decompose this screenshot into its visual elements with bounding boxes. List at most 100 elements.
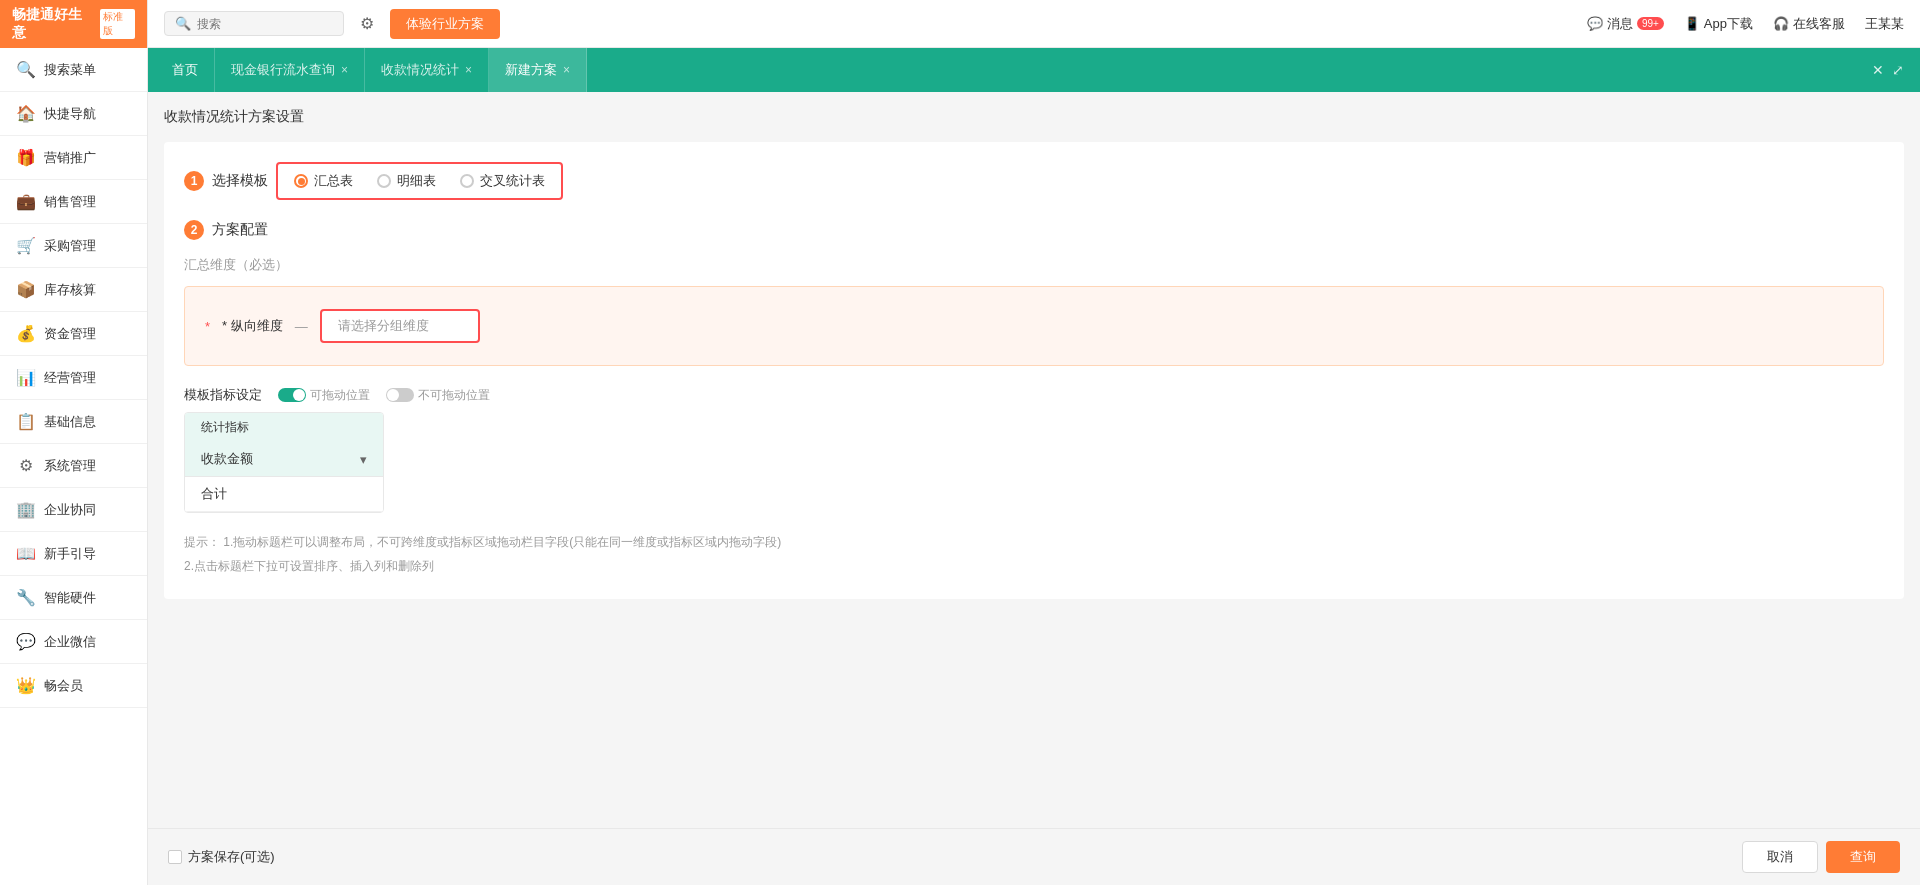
sidebar-item-wechat[interactable]: 💬 企业微信 bbox=[0, 620, 147, 664]
tab-close-receipt-stat[interactable]: × bbox=[465, 63, 472, 77]
step2-title: 方案配置 bbox=[212, 221, 268, 239]
tab-label-bank-flow: 现金银行流水查询 bbox=[231, 61, 335, 79]
maximize-icon[interactable]: ⤢ bbox=[1892, 62, 1904, 78]
guide-icon: 📖 bbox=[16, 544, 36, 563]
tab-close-new-plan[interactable]: × bbox=[563, 63, 570, 77]
bottom-bar: 方案保存(可选) 取消 查询 bbox=[148, 828, 1920, 885]
sidebar-item-sales[interactable]: 💼 销售管理 bbox=[0, 180, 147, 224]
sidebar-label-quick-nav: 快捷导航 bbox=[44, 105, 96, 123]
save-checkbox[interactable]: 方案保存(可选) bbox=[168, 848, 275, 866]
sidebar-item-guide[interactable]: 📖 新手引导 bbox=[0, 532, 147, 576]
tab-home[interactable]: 首页 bbox=[156, 48, 215, 92]
sidebar-label-purchase: 采购管理 bbox=[44, 237, 96, 255]
tab-close-bank-flow[interactable]: × bbox=[341, 63, 348, 77]
tab-bank-flow[interactable]: 现金银行流水查询 × bbox=[215, 48, 365, 92]
download-label: App下载 bbox=[1704, 15, 1753, 33]
user-item[interactable]: 王某某 bbox=[1865, 15, 1904, 33]
gear-icon[interactable]: ⚙ bbox=[360, 14, 374, 33]
service-label: 在线客服 bbox=[1793, 15, 1845, 33]
tab-receipt-stat[interactable]: 收款情况统计 × bbox=[365, 48, 489, 92]
sidebar-label-finance: 资金管理 bbox=[44, 325, 96, 343]
notification-item[interactable]: 💬 消息 99+ bbox=[1587, 15, 1664, 33]
notification-label: 消息 bbox=[1607, 15, 1633, 33]
sidebar-label-sales: 销售管理 bbox=[44, 193, 96, 211]
template-radio-group: 汇总表 明细表 交叉统计表 bbox=[276, 162, 563, 200]
metrics-header: 模板指标设定 可拖动位置 不可拖动位置 bbox=[184, 386, 1884, 404]
logo-text: 畅捷通好生意 bbox=[12, 6, 92, 42]
step1-header: 1 选择模板 汇总表 明细表 交叉统计表 bbox=[184, 162, 1884, 200]
tab-label-receipt-stat: 收款情况统计 bbox=[381, 61, 459, 79]
metrics-cell-total: 合计 bbox=[185, 477, 383, 512]
sidebar-item-system[interactable]: ⚙ 系统管理 bbox=[0, 444, 147, 488]
content-area: 收款情况统计方案设置 1 选择模板 汇总表明细表交叉统计表 2 方案配置 汇总维… bbox=[148, 92, 1920, 828]
dimension-section-title: 汇总维度（必选） bbox=[184, 256, 1884, 274]
radio-circle-cross bbox=[460, 174, 474, 188]
radio-detail[interactable]: 明细表 bbox=[377, 172, 436, 190]
sidebar-item-quick-nav[interactable]: 🏠 快捷导航 bbox=[0, 92, 147, 136]
radio-summary[interactable]: 汇总表 bbox=[294, 172, 353, 190]
dimension-row-label: * 纵向维度 bbox=[222, 317, 283, 335]
metrics-label: 模板指标设定 bbox=[184, 386, 262, 404]
sidebar-item-marketing[interactable]: 🎁 营销推广 bbox=[0, 136, 147, 180]
header-right: 💬 消息 99+ 📱 App下载 🎧 在线客服 王某某 bbox=[1587, 15, 1904, 33]
sidebar-item-purchase[interactable]: 🛒 采购管理 bbox=[0, 224, 147, 268]
sidebar-item-finance[interactable]: 💰 资金管理 bbox=[0, 312, 147, 356]
sidebar-label-inventory: 库存核算 bbox=[44, 281, 96, 299]
sidebar-label-search-menu: 搜索菜单 bbox=[44, 61, 96, 79]
metrics-col-dropdown-icon[interactable]: ▾ bbox=[360, 452, 367, 467]
sidebar-item-operation[interactable]: 📊 经营管理 bbox=[0, 356, 147, 400]
drag-hint-on: 可拖动位置 bbox=[278, 387, 370, 404]
sidebar-item-search-menu[interactable]: 🔍 搜索菜单 bbox=[0, 48, 147, 92]
tab-label-home: 首页 bbox=[172, 61, 198, 79]
quick-nav-icon: 🏠 bbox=[16, 104, 36, 123]
drag-on-toggle[interactable] bbox=[278, 388, 306, 402]
service-icon: 🎧 bbox=[1773, 16, 1789, 31]
hardware-icon: 🔧 bbox=[16, 588, 36, 607]
logo-badge: 标准版 bbox=[100, 9, 135, 39]
tip-item: 提示： 1.拖动标题栏可以调整布局，不可跨维度或指标区域拖动栏目字段(只能在同一… bbox=[184, 532, 1884, 554]
radio-label-detail: 明细表 bbox=[397, 172, 436, 190]
notification-icon: 💬 bbox=[1587, 16, 1603, 31]
step1-title: 选择模板 bbox=[212, 172, 268, 190]
metrics-section: 模板指标设定 可拖动位置 不可拖动位置 统计指标 收款金 bbox=[184, 386, 1884, 577]
query-button[interactable]: 查询 bbox=[1826, 841, 1900, 873]
tab-label-new-plan: 新建方案 bbox=[505, 61, 557, 79]
radio-circle-detail bbox=[377, 174, 391, 188]
dimension-area: * * 纵向维度 — 请选择分组维度 bbox=[184, 286, 1884, 366]
bottom-actions: 取消 查询 bbox=[1742, 841, 1900, 873]
search-icon: 🔍 bbox=[175, 16, 191, 31]
sidebar-label-member: 畅会员 bbox=[44, 677, 83, 695]
sidebar-item-hardware[interactable]: 🔧 智能硬件 bbox=[0, 576, 147, 620]
dimension-select-button[interactable]: 请选择分组维度 bbox=[320, 309, 480, 343]
tab-new-plan[interactable]: 新建方案 × bbox=[489, 48, 587, 92]
main-card: 1 选择模板 汇总表明细表交叉统计表 2 方案配置 汇总维度（必选） * bbox=[164, 142, 1904, 599]
step2-badge: 2 bbox=[184, 220, 204, 240]
sidebar-label-basic-info: 基础信息 bbox=[44, 413, 96, 431]
drag-off-toggle[interactable] bbox=[386, 388, 414, 402]
sidebar-item-corp[interactable]: 🏢 企业协同 bbox=[0, 488, 147, 532]
search-input[interactable] bbox=[197, 17, 333, 31]
tip-item: 2.点击标题栏下拉可设置排序、插入列和删除列 bbox=[184, 556, 1884, 578]
trial-button[interactable]: 体验行业方案 bbox=[390, 9, 500, 39]
sidebar-item-basic-info[interactable]: 📋 基础信息 bbox=[0, 400, 147, 444]
search-box[interactable]: 🔍 bbox=[164, 11, 344, 36]
operation-icon: 📊 bbox=[16, 368, 36, 387]
step1-badge: 1 bbox=[184, 171, 204, 191]
sidebar-item-inventory[interactable]: 📦 库存核算 bbox=[0, 268, 147, 312]
save-checkbox-box[interactable] bbox=[168, 850, 182, 864]
corp-icon: 🏢 bbox=[16, 500, 36, 519]
marketing-icon: 🎁 bbox=[16, 148, 36, 167]
close-window-icon[interactable]: ✕ bbox=[1872, 62, 1884, 78]
sidebar-label-corp: 企业协同 bbox=[44, 501, 96, 519]
download-item[interactable]: 📱 App下载 bbox=[1684, 15, 1753, 33]
sidebar-item-member[interactable]: 👑 畅会员 bbox=[0, 664, 147, 708]
radio-circle-summary bbox=[294, 174, 308, 188]
radio-label-summary: 汇总表 bbox=[314, 172, 353, 190]
service-item[interactable]: 🎧 在线客服 bbox=[1773, 15, 1845, 33]
dimension-row: * * 纵向维度 — 请选择分组维度 bbox=[205, 309, 480, 343]
cancel-button[interactable]: 取消 bbox=[1742, 841, 1818, 873]
sidebar-label-guide: 新手引导 bbox=[44, 545, 96, 563]
sidebar-label-hardware: 智能硬件 bbox=[44, 589, 96, 607]
dimension-arrow: — bbox=[295, 319, 308, 334]
radio-cross[interactable]: 交叉统计表 bbox=[460, 172, 545, 190]
